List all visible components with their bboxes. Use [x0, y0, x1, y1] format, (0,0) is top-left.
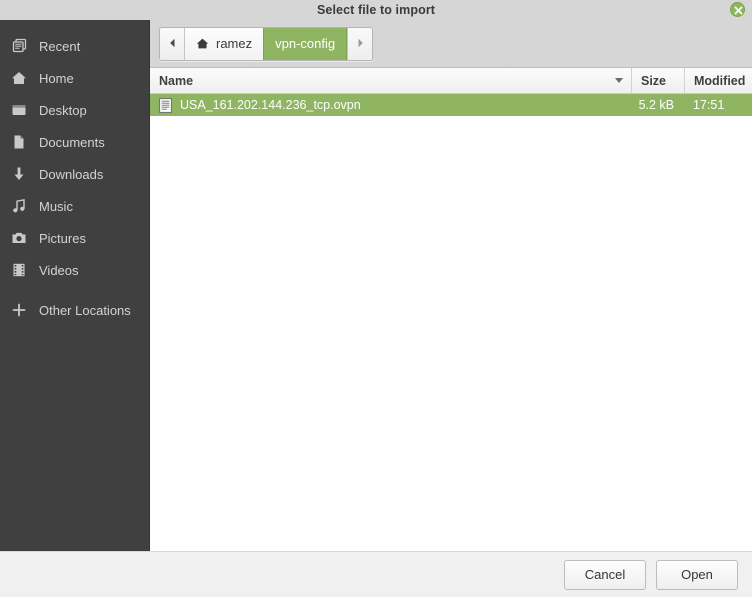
- places-sidebar: Recent Home Desktop Documents Downloads …: [0, 20, 150, 551]
- column-header-modified[interactable]: Modified: [684, 68, 752, 93]
- sidebar-item-label: Pictures: [39, 230, 86, 246]
- close-icon[interactable]: [730, 2, 745, 17]
- sidebar-item-documents[interactable]: Documents: [0, 126, 149, 158]
- sidebar-item-home[interactable]: Home: [0, 62, 149, 94]
- column-header-size-label: Size: [641, 73, 667, 88]
- music-icon: [10, 197, 28, 215]
- sidebar-item-downloads[interactable]: Downloads: [0, 158, 149, 190]
- column-header-size[interactable]: Size: [631, 68, 684, 93]
- sidebar-item-label: Home: [39, 70, 74, 86]
- path-forward-button[interactable]: [347, 27, 373, 60]
- downloads-icon: [10, 165, 28, 183]
- pathbar-container: ramez vpn-config: [150, 20, 752, 67]
- page-title: Select file to import: [316, 3, 436, 17]
- file-size-cell: 5.2 kB: [638, 98, 674, 112]
- file-name-label: USA_161.202.144.236_tcp.ovpn: [180, 98, 361, 112]
- sidebar-item-label: Recent: [39, 38, 81, 54]
- breadcrumb-label: ramez: [216, 36, 253, 51]
- path-back-button[interactable]: [160, 27, 184, 60]
- breadcrumb-item-ramez[interactable]: ramez: [184, 27, 264, 60]
- chevron-left-icon: [168, 36, 177, 51]
- breadcrumb-label: vpn-config: [275, 36, 336, 51]
- videos-icon: [10, 261, 28, 279]
- file-chooser-dialog: Select file to import Recent Home Deskto…: [0, 0, 752, 597]
- file-list-rows: USA_161.202.144.236_tcp.ovpn 5.2 kB 17:5…: [150, 94, 752, 551]
- home-icon: [196, 37, 209, 50]
- breadcrumb: ramez vpn-config: [159, 26, 374, 61]
- sidebar-item-desktop[interactable]: Desktop: [0, 94, 149, 126]
- breadcrumb-item-vpn-config[interactable]: vpn-config: [263, 27, 348, 60]
- desktop-icon: [10, 101, 28, 119]
- text-file-icon: [159, 97, 172, 113]
- titlebar: Select file to import: [0, 0, 752, 20]
- sidebar-item-music[interactable]: Music: [0, 190, 149, 222]
- table-row[interactable]: USA_161.202.144.236_tcp.ovpn 5.2 kB 17:5…: [150, 94, 752, 116]
- sidebar-item-other-locations[interactable]: Other Locations: [0, 294, 149, 326]
- file-modified-cell: 17:51: [693, 98, 725, 112]
- file-list-header: Name Size Modified: [150, 68, 752, 94]
- home-icon: [10, 69, 28, 87]
- sidebar-item-pictures[interactable]: Pictures: [0, 222, 149, 254]
- file-name-cell: USA_161.202.144.236_tcp.ovpn: [150, 97, 631, 113]
- cancel-button[interactable]: Cancel: [564, 559, 646, 590]
- documents-icon: [10, 133, 28, 151]
- open-button[interactable]: Open: [656, 559, 738, 590]
- column-header-name[interactable]: Name: [150, 68, 631, 93]
- plus-icon: [10, 301, 28, 319]
- dialog-body: Recent Home Desktop Documents Downloads …: [0, 20, 752, 551]
- sidebar-item-label: Other Locations: [39, 302, 131, 318]
- recent-icon: [10, 37, 28, 55]
- column-header-modified-label: Modified: [694, 73, 746, 88]
- file-list: Name Size Modified USA_161.202.144.236_t…: [150, 67, 752, 551]
- column-header-name-label: Name: [159, 73, 194, 88]
- content-area: ramez vpn-config Name Size Modified USA_…: [150, 20, 752, 551]
- sidebar-item-label: Downloads: [39, 166, 104, 182]
- sidebar-separator: [0, 286, 149, 294]
- sort-caret-down-icon: [615, 78, 623, 83]
- sidebar-item-label: Desktop: [39, 102, 87, 118]
- action-bar: Cancel Open: [0, 551, 752, 597]
- sidebar-item-videos[interactable]: Videos: [0, 254, 149, 286]
- sidebar-item-recent[interactable]: Recent: [0, 30, 149, 62]
- sidebar-item-label: Documents: [39, 134, 105, 150]
- chevron-right-icon: [356, 36, 365, 51]
- pictures-icon: [10, 229, 28, 247]
- sidebar-item-label: Videos: [39, 262, 79, 278]
- sidebar-item-label: Music: [39, 198, 73, 214]
